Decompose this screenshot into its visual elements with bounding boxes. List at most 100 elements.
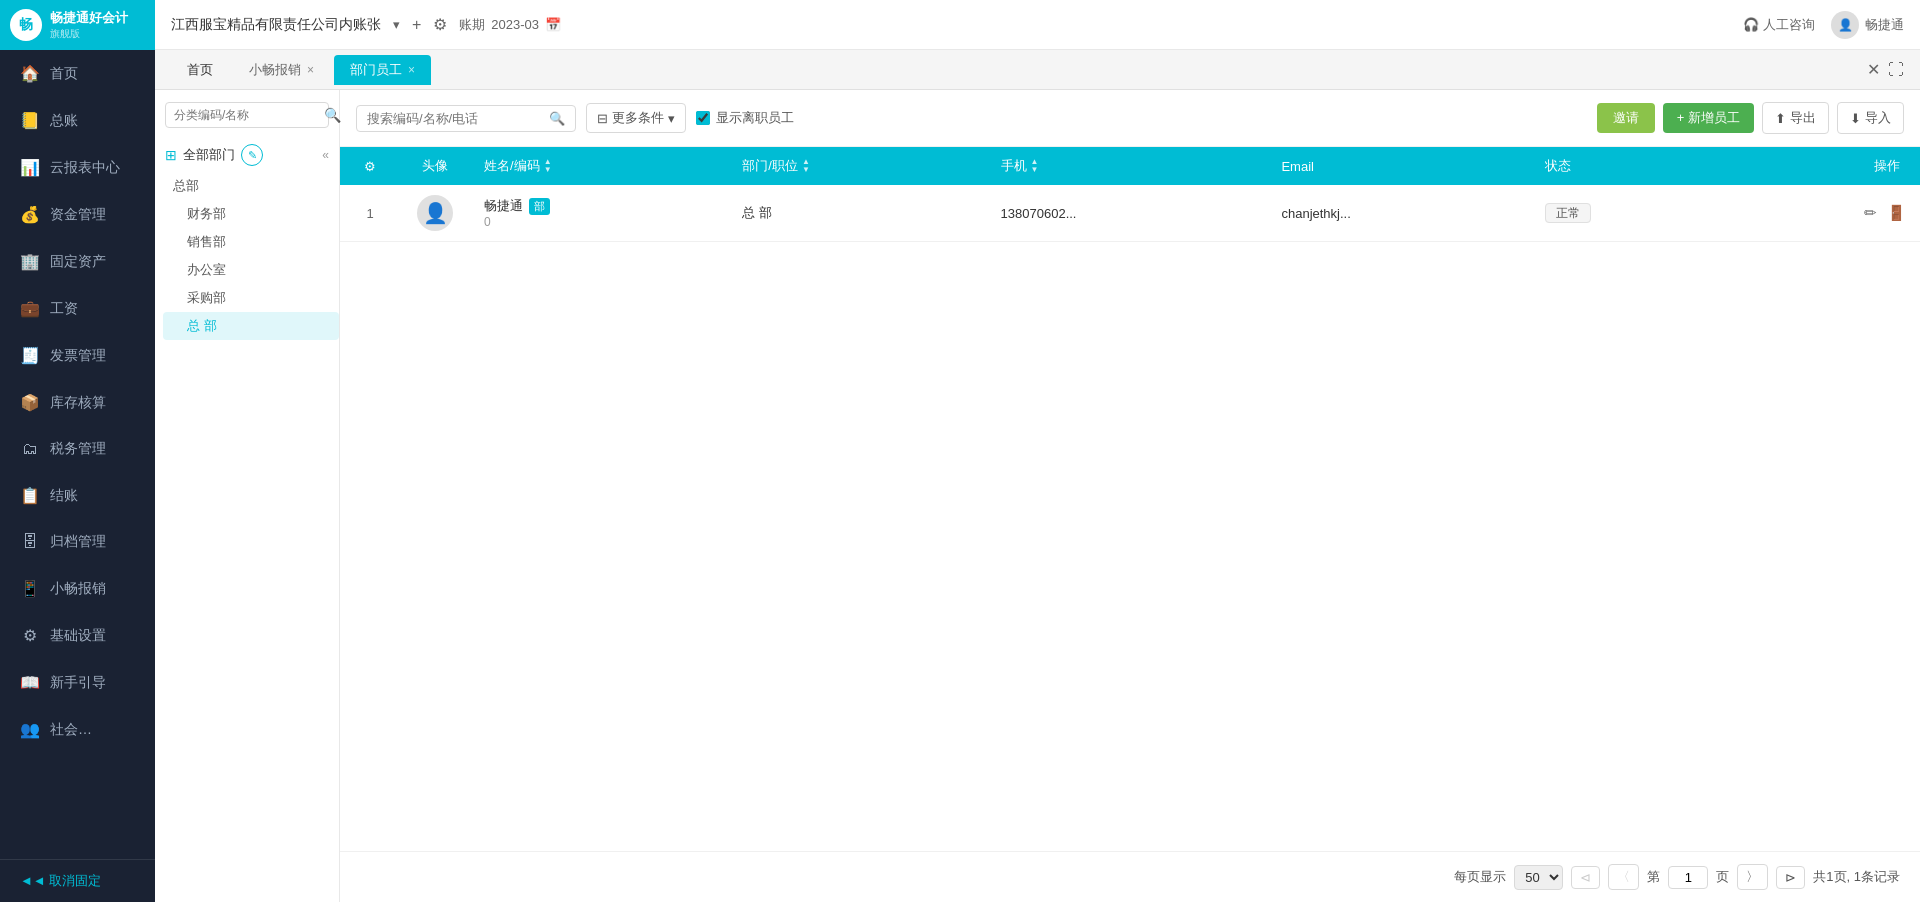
tab-dept-label: 部门员工 (350, 61, 402, 79)
sidebar-item-reports[interactable]: 📊 云报表中心 (0, 144, 155, 191)
dept-headquarters[interactable]: 总 部 (163, 312, 339, 340)
col-phone[interactable]: 手机 ▲▼ (987, 147, 1268, 185)
calendar-icon[interactable]: 📅 (545, 17, 561, 32)
dept-edit-button[interactable]: ✎ (241, 144, 263, 166)
export-icon: ⬆ (1775, 111, 1786, 126)
filter-button[interactable]: ⊟ 更多条件 ▾ (586, 103, 686, 133)
name-sort-icon[interactable]: ▲▼ (544, 158, 552, 174)
user-menu[interactable]: 👤 畅捷通 (1831, 11, 1904, 39)
company-settings-icon[interactable]: ⚙ (433, 15, 447, 34)
tab-home[interactable]: 首页 (171, 55, 229, 85)
sidebar-item-expense[interactable]: 📱 小畅报销 (0, 565, 155, 612)
table-row: 1 👤 畅捷通 部 0 总 部 (340, 185, 1920, 242)
page-number-input[interactable] (1668, 866, 1708, 889)
company-dropdown-icon[interactable]: ▾ (393, 17, 400, 32)
sidebar-pin-toggle[interactable]: ◄◄ 取消固定 (0, 859, 155, 902)
period-value[interactable]: 2023-03 (491, 17, 539, 32)
phone-sort-icon[interactable]: ▲▼ (1031, 158, 1039, 174)
export-button[interactable]: ⬆ 导出 (1762, 102, 1829, 134)
dept-purchase[interactable]: 采购部 (163, 284, 339, 312)
tab-expand-button[interactable]: ⛶ (1888, 60, 1904, 79)
dept-search-input[interactable] (174, 108, 324, 122)
import-icon: ⬇ (1850, 111, 1861, 126)
sidebar-item-invoice[interactable]: 🧾 发票管理 (0, 332, 155, 379)
service-button[interactable]: 🎧 人工咨询 (1743, 16, 1815, 34)
employee-avatar: 👤 (417, 195, 453, 231)
tab-close-all-button[interactable]: ✕ (1867, 60, 1880, 79)
dept-search-box[interactable]: 🔍 (165, 102, 329, 128)
tab-expense-close[interactable]: × (307, 63, 314, 77)
closing-icon: 📋 (20, 486, 40, 505)
sidebar-item-settings[interactable]: ⚙ 基础设置 (0, 612, 155, 659)
sidebar-item-label: 首页 (50, 65, 78, 83)
add-employee-button[interactable]: + 新增员工 (1663, 103, 1754, 133)
prev-page-button[interactable]: 〈 (1608, 864, 1639, 890)
dept-finance[interactable]: 财务部 (163, 200, 339, 228)
sidebar-item-archive[interactable]: 🗄 归档管理 (0, 519, 155, 565)
toolbar-right-actions: 邀请 + 新增员工 ⬆ 导出 ⬇ 导入 (1597, 102, 1904, 134)
avatar-icon: 👤 (1838, 18, 1853, 32)
guide-icon: 📖 (20, 673, 40, 692)
sidebar-item-funds[interactable]: 💰 资金管理 (0, 191, 155, 238)
sidebar-item-label: 税务管理 (50, 440, 106, 458)
tab-actions: ✕ ⛶ (1867, 60, 1904, 79)
settings-gear-icon[interactable]: ⚙ (364, 159, 376, 174)
invite-button[interactable]: 邀请 (1597, 103, 1655, 133)
avatar: 👤 (1831, 11, 1859, 39)
sidebar-item-home[interactable]: 🏠 首页 (0, 50, 155, 97)
employee-search-icon[interactable]: 🔍 (549, 111, 565, 126)
edit-action-icon[interactable]: ✏ (1864, 204, 1877, 222)
salary-icon: 💼 (20, 299, 40, 318)
show-resigned-label: 显示离职员工 (716, 109, 794, 127)
home-icon: 🏠 (20, 64, 40, 83)
sidebar-item-ledger[interactable]: 📒 总账 (0, 97, 155, 144)
per-page-label: 每页显示 (1454, 868, 1506, 886)
tab-dept-close[interactable]: × (408, 63, 415, 77)
export-label: 导出 (1790, 109, 1816, 127)
dept-sales[interactable]: 销售部 (163, 228, 339, 256)
assets-icon: 🏢 (20, 252, 40, 271)
tab-dept-employee[interactable]: 部门员工 × (334, 55, 431, 85)
dept-search-icon[interactable]: 🔍 (324, 107, 341, 123)
sidebar-item-label: 云报表中心 (50, 159, 120, 177)
sidebar-item-assets[interactable]: 🏢 固定资产 (0, 238, 155, 285)
tax-icon: 🗂 (20, 440, 40, 458)
tab-expense[interactable]: 小畅报销 × (233, 55, 330, 85)
show-resigned-checkbox-label[interactable]: 显示离职员工 (696, 109, 794, 127)
logo-icon: 畅 (10, 9, 42, 41)
sidebar-item-tax[interactable]: 🗂 税务管理 (0, 426, 155, 472)
employee-search-input[interactable] (367, 111, 543, 126)
sidebar-item-guide[interactable]: 📖 新手引导 (0, 659, 155, 706)
col-dept[interactable]: 部门/职位 ▲▼ (728, 147, 986, 185)
dept-office[interactable]: 办公室 (163, 256, 339, 284)
sidebar-item-social[interactable]: 👥 社会… (0, 706, 155, 753)
invoice-icon: 🧾 (20, 346, 40, 365)
sidebar-item-salary[interactable]: 💼 工资 (0, 285, 155, 332)
show-resigned-checkbox[interactable] (696, 111, 710, 125)
sidebar-item-inventory[interactable]: 📦 库存核算 (0, 379, 155, 426)
exit-action-icon[interactable]: 🚪 (1887, 204, 1906, 222)
per-page-select[interactable]: 50 (1514, 865, 1563, 890)
sidebar-item-label: 结账 (50, 487, 78, 505)
row-email: chanjethkj... (1267, 185, 1530, 242)
last-page-button[interactable]: ⊳ (1776, 866, 1805, 889)
dept-sort-icon[interactable]: ▲▼ (802, 158, 810, 174)
sidebar-item-label: 小畅报销 (50, 580, 106, 598)
col-email: Email (1267, 147, 1530, 185)
all-dept-header[interactable]: ⊞ 全部部门 ✎ « (155, 138, 339, 172)
next-page-button[interactable]: 〉 (1737, 864, 1768, 890)
sidebar-item-closing[interactable]: 📋 结账 (0, 472, 155, 519)
col-settings[interactable]: ⚙ (340, 147, 400, 185)
sidebar-item-label: 资金管理 (50, 206, 106, 224)
col-name[interactable]: 姓名/编码 ▲▼ (470, 147, 728, 185)
add-company-button[interactable]: + (412, 16, 421, 34)
dept-root[interactable]: 总部 (163, 172, 339, 200)
dept-collapse-icon[interactable]: « (322, 148, 329, 162)
filter-chevron-icon: ▾ (668, 111, 675, 126)
employee-table-wrap: ⚙ 头像 姓名/编码 ▲▼ 部门/职位 (340, 147, 1920, 851)
employee-search-box[interactable]: 🔍 (356, 105, 576, 132)
col-dept-label: 部门/职位 (742, 157, 798, 175)
first-page-button[interactable]: ⊲ (1571, 866, 1600, 889)
row-avatar: 👤 (400, 185, 470, 242)
import-button[interactable]: ⬇ 导入 (1837, 102, 1904, 134)
